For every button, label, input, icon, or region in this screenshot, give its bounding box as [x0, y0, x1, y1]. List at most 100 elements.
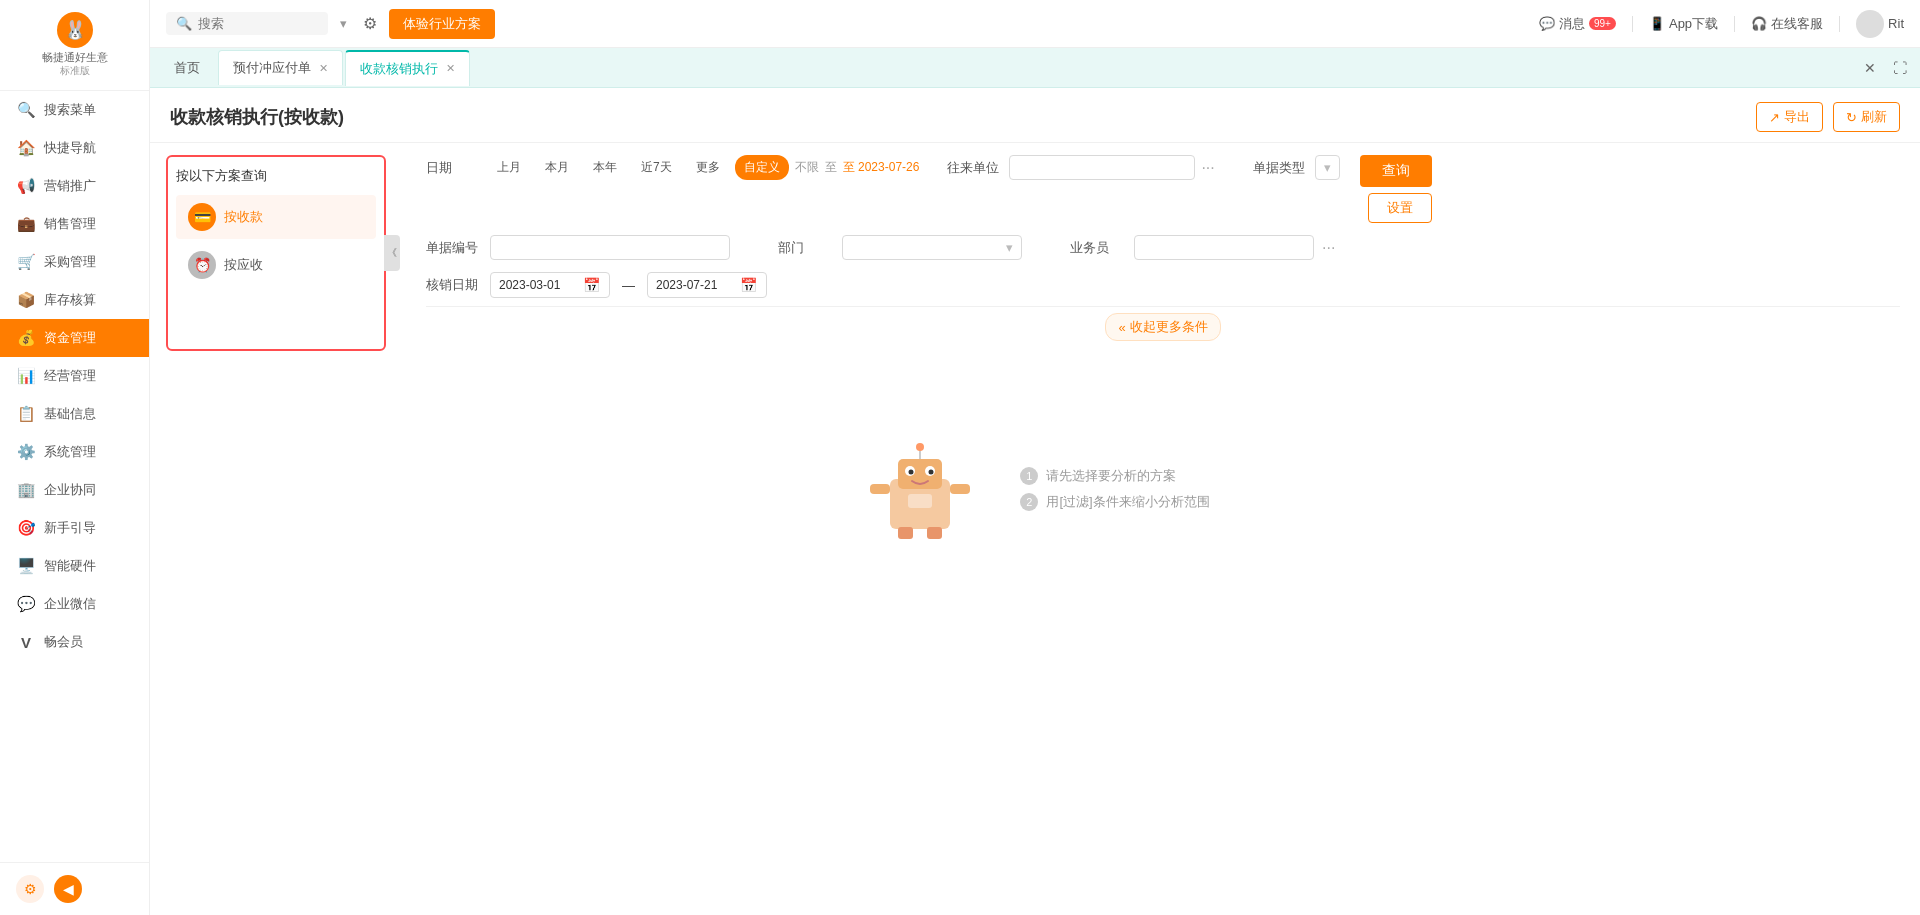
user-profile[interactable]: Rit	[1856, 10, 1904, 38]
setting-button[interactable]: 设置	[1368, 193, 1432, 223]
user-name: Rit	[1888, 16, 1904, 31]
tab-close-prepay[interactable]: ✕	[319, 62, 328, 75]
sidebar-item-wechat[interactable]: 💬 企业微信	[0, 585, 149, 623]
tab-controls: ✕ ⛶	[1858, 56, 1912, 80]
sidebar-item-purchase[interactable]: 🛒 采购管理	[0, 243, 149, 281]
tab-maximize-button[interactable]: ⛶	[1888, 56, 1912, 80]
date-btn-more[interactable]: 更多	[687, 155, 729, 180]
verify-date-label: 核销日期	[426, 276, 482, 294]
verify-date-start-input[interactable]: 2023-03-01 📅	[490, 272, 610, 298]
sidebar-item-label: 智能硬件	[44, 557, 96, 575]
online-service-button[interactable]: 🎧 在线客服	[1751, 15, 1823, 33]
empty-step-1-text: 请先选择要分析的方案	[1046, 467, 1176, 485]
staff-input-field[interactable]	[1143, 240, 1305, 255]
refresh-icon: ↻	[1846, 110, 1857, 125]
step-number-1: 1	[1020, 467, 1038, 485]
wechat-icon: 💬	[16, 595, 36, 613]
header-search-box[interactable]: 🔍	[166, 12, 328, 35]
sidebar-item-label: 经营管理	[44, 367, 96, 385]
page-header-actions: ↗ 导出 ↻ 刷新	[1756, 102, 1900, 132]
calendar-end-icon[interactable]: 📅	[740, 277, 757, 293]
empty-illustration	[860, 439, 980, 539]
sidebar-item-vip[interactable]: V 畅会员	[0, 623, 149, 661]
doc-type-select[interactable]: ▾	[1315, 155, 1340, 180]
dept-select[interactable]: ▾	[842, 235, 1022, 260]
purchase-icon: 🛒	[16, 253, 36, 271]
date-btn-this-year[interactable]: 本年	[584, 155, 626, 180]
svg-rect-8	[870, 484, 890, 494]
user-avatar	[1856, 10, 1884, 38]
filter-action-buttons: 查询 设置	[1360, 155, 1432, 223]
by-receivable-icon: ⏰	[188, 251, 216, 279]
sidebar-item-enterprise[interactable]: 🏢 企业协同	[0, 471, 149, 509]
message-button[interactable]: 💬 消息 99+	[1539, 15, 1616, 33]
header-search-input[interactable]	[198, 16, 318, 31]
export-button[interactable]: ↗ 导出	[1756, 102, 1823, 132]
tab-close-all-button[interactable]: ✕	[1858, 56, 1882, 80]
page-header: 收款核销执行(按收款) ↗ 导出 ↻ 刷新	[150, 88, 1920, 143]
sidebar-item-label: 销售管理	[44, 215, 96, 233]
date-btn-custom[interactable]: 自定义	[735, 155, 789, 180]
sidebar-item-search-menu[interactable]: 🔍 搜索菜单	[0, 91, 149, 129]
partner-input-field[interactable]	[1018, 160, 1186, 175]
app-download-button[interactable]: 📱 App下载	[1649, 15, 1718, 33]
step-number-2: 2	[1020, 493, 1038, 511]
doc-no-field[interactable]	[499, 240, 721, 255]
staff-dots[interactable]: ···	[1322, 239, 1346, 257]
collapse-more-button[interactable]: « 收起更多条件	[1105, 313, 1220, 341]
verify-date-start-field[interactable]: 2023-03-01	[499, 278, 579, 292]
partner-input[interactable]	[1009, 155, 1195, 180]
sidebar-collapse-button[interactable]: ◀	[54, 875, 82, 903]
verify-date-end-field[interactable]: 2023-07-21	[656, 278, 736, 292]
sidebar-item-label: 基础信息	[44, 405, 96, 423]
marketing-icon: 📢	[16, 177, 36, 195]
calendar-start-icon[interactable]: 📅	[583, 277, 600, 293]
tab-close-receipt[interactable]: ✕	[446, 62, 455, 75]
query-button[interactable]: 查询	[1360, 155, 1432, 187]
sidebar-item-funds[interactable]: 💰 资金管理	[0, 319, 149, 357]
date-btn-this-month[interactable]: 本月	[536, 155, 578, 180]
sidebar-settings-icon[interactable]: ⚙	[16, 875, 44, 903]
filter-option-by-receipt[interactable]: 💳 按收款	[176, 195, 376, 239]
app-download-label: App下载	[1669, 15, 1718, 33]
sidebar-item-business[interactable]: 📊 经营管理	[0, 357, 149, 395]
sidebar-item-label: 新手引导	[44, 519, 96, 537]
filter-option-by-receivable[interactable]: ⏰ 按应收	[176, 243, 376, 287]
svg-point-4	[909, 470, 914, 475]
sidebar-item-basic-info[interactable]: 📋 基础信息	[0, 395, 149, 433]
date-btn-last-month[interactable]: 上月	[488, 155, 530, 180]
filter-panel-collapse[interactable]: 《	[384, 235, 400, 271]
refresh-button[interactable]: ↻ 刷新	[1833, 102, 1900, 132]
date-btn-last-7days[interactable]: 近7天	[632, 155, 681, 180]
sidebar-item-marketing[interactable]: 📢 营销推广	[0, 167, 149, 205]
inventory-icon: 📦	[16, 291, 36, 309]
empty-state: 1 请先选择要分析的方案 2 用[过滤]条件来缩小分析范围	[150, 359, 1920, 619]
staff-label: 业务员	[1070, 239, 1126, 257]
industry-solution-button[interactable]: 体验行业方案	[389, 9, 495, 39]
sidebar-logo: 🐰 畅捷通好生意 标准版	[0, 0, 149, 91]
sidebar-item-quick-nav[interactable]: 🏠 快捷导航	[0, 129, 149, 167]
sidebar-item-label: 畅会员	[44, 633, 83, 651]
svg-rect-11	[927, 527, 942, 539]
partner-dots[interactable]: ···	[1201, 159, 1225, 177]
doc-no-input[interactable]	[490, 235, 730, 260]
sidebar-nav: 🔍 搜索菜单 🏠 快捷导航 📢 营销推广 💼 销售管理 🛒 采购管理 📦 库存核…	[0, 91, 149, 862]
online-service-label: 在线客服	[1771, 15, 1823, 33]
staff-input[interactable]	[1134, 235, 1314, 260]
tab-prepay-conflict[interactable]: 预付冲应付单 ✕	[218, 50, 343, 85]
sidebar-item-smart-hw[interactable]: 🖥️ 智能硬件	[0, 547, 149, 585]
sidebar-item-sales[interactable]: 💼 销售管理	[0, 205, 149, 243]
empty-step-1: 1 请先选择要分析的方案	[1020, 467, 1209, 485]
sidebar-item-newbie[interactable]: 🎯 新手引导	[0, 509, 149, 547]
verify-date-end-input[interactable]: 2023-07-21 📅	[647, 272, 767, 298]
logo-badge: 标准版	[60, 64, 90, 78]
tab-home[interactable]: 首页	[158, 51, 216, 85]
header-gear-icon[interactable]: ⚙	[363, 14, 377, 33]
empty-instructions: 1 请先选择要分析的方案 2 用[过滤]条件来缩小分析范围	[1020, 467, 1209, 511]
sidebar-item-system[interactable]: ⚙️ 系统管理	[0, 433, 149, 471]
header-dropdown-chevron[interactable]: ▾	[340, 16, 347, 31]
doc-type-chevron: ▾	[1324, 160, 1331, 175]
tab-receipt-verify[interactable]: 收款核销执行 ✕	[345, 50, 470, 86]
sidebar-item-inventory[interactable]: 📦 库存核算	[0, 281, 149, 319]
system-icon: ⚙️	[16, 443, 36, 461]
